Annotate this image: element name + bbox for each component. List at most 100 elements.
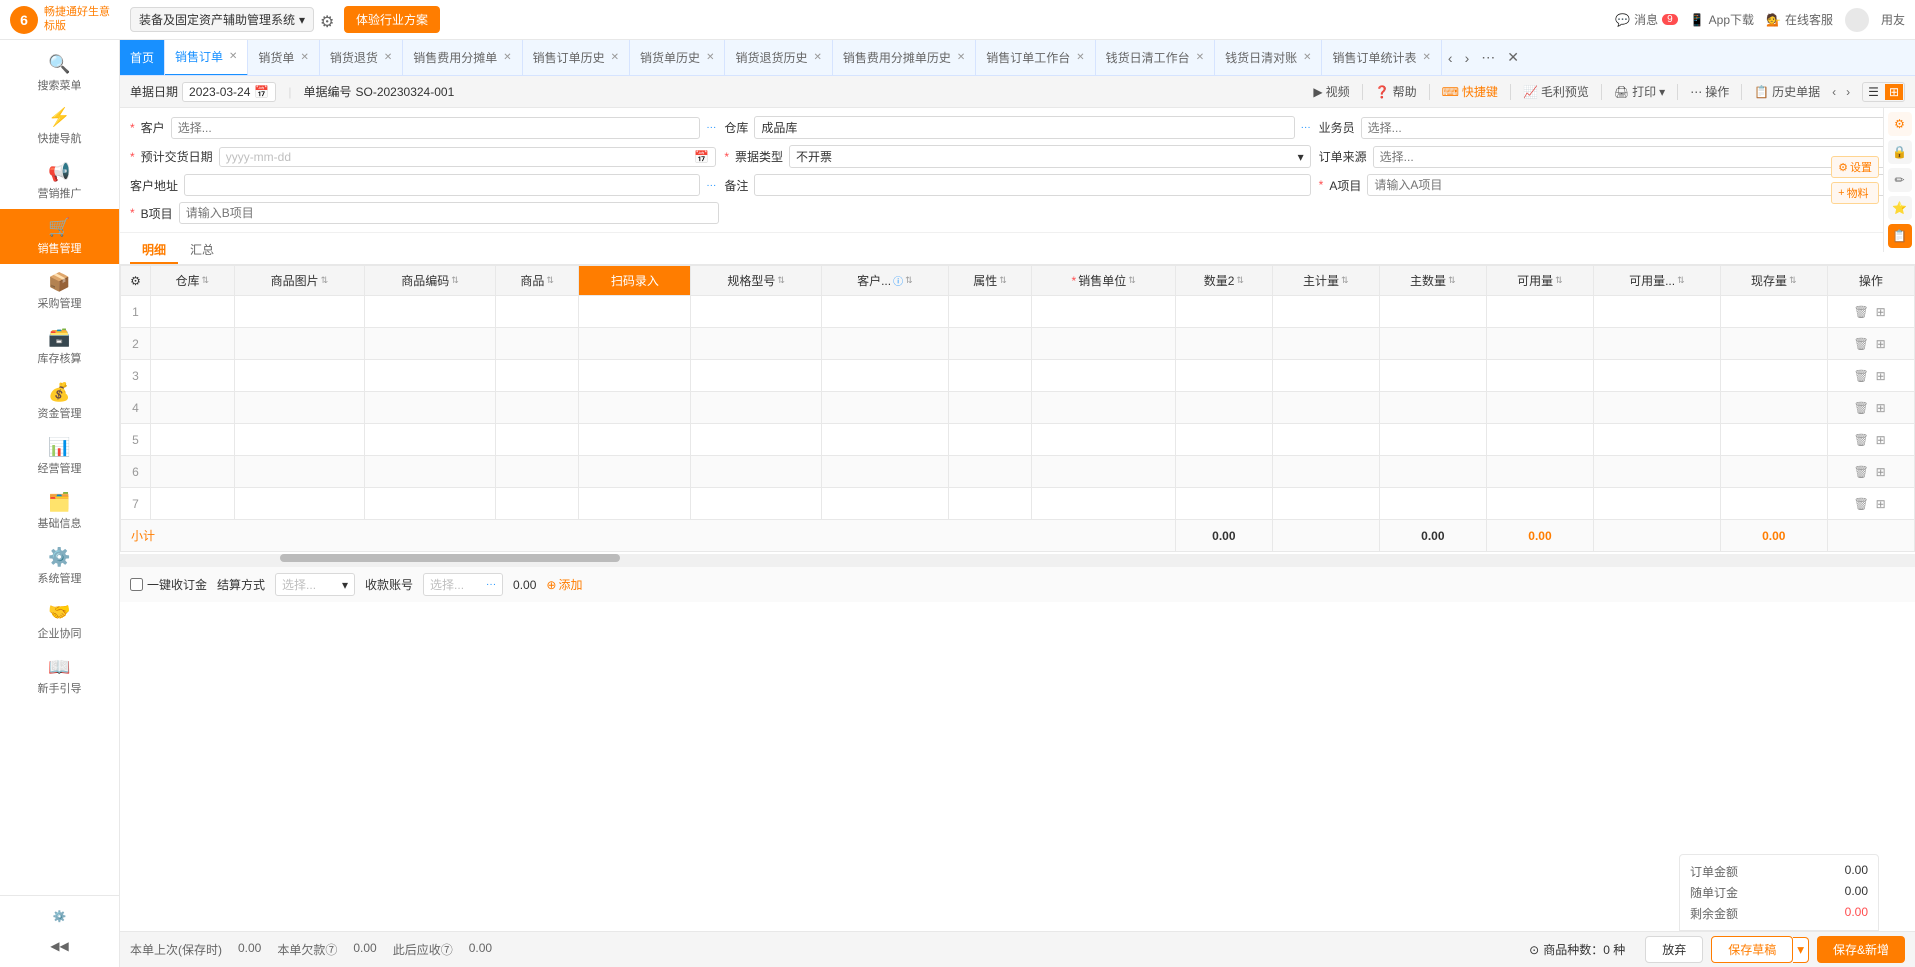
row-6-stock[interactable] xyxy=(1720,456,1827,488)
tab-close-expense-history[interactable]: ✕ xyxy=(957,52,965,63)
tab-cash-reconcile[interactable]: 钱货日清对账 ✕ xyxy=(1215,40,1322,76)
row-2-sales-unit[interactable] xyxy=(1032,328,1176,360)
row-3-delete-icon[interactable]: 🗑 xyxy=(1853,368,1869,384)
row-7-sales-unit[interactable] xyxy=(1032,488,1176,520)
a-project-input[interactable] xyxy=(1367,174,1905,196)
warehouse-expand-btn[interactable]: ··· xyxy=(1301,122,1311,133)
row-6-attribute[interactable] xyxy=(948,456,1032,488)
history-btn[interactable]: 📋 历史单据 xyxy=(1754,83,1820,100)
tab-close-return-history[interactable]: ✕ xyxy=(813,52,821,63)
tab-prev-btn[interactable]: ‹ xyxy=(1442,50,1459,66)
row-2-attribute[interactable] xyxy=(948,328,1032,360)
col-product-code-header[interactable]: 商品编码 ⇅ xyxy=(365,266,496,296)
row-3-spec[interactable] xyxy=(691,360,822,392)
order-source-input[interactable] xyxy=(1373,146,1905,168)
row-5-main-unit[interactable] xyxy=(1272,424,1379,456)
row-5-scan[interactable] xyxy=(579,424,691,456)
col-available2-header[interactable]: 可用量... ⇅ xyxy=(1594,266,1721,296)
row-7-product-code[interactable] xyxy=(365,488,496,520)
tab-return-history[interactable]: 销货退货历史 ✕ xyxy=(725,40,832,76)
customer-expand-btn[interactable]: ··· xyxy=(706,122,716,133)
row-5-available2[interactable] xyxy=(1594,424,1721,456)
col-customer-code-header[interactable]: 客户... ⓘ ⇅ xyxy=(821,266,948,296)
col-sales-unit-header[interactable]: * 销售单位 ⇅ xyxy=(1032,266,1176,296)
row-6-main-unit[interactable] xyxy=(1272,456,1379,488)
row-3-sales-unit[interactable] xyxy=(1032,360,1176,392)
sidebar-item-operations[interactable]: 📊 经营管理 xyxy=(0,429,119,484)
print-btn[interactable]: 🖨 打印 ▾ xyxy=(1614,83,1665,100)
top-gear-icon[interactable]: ⚙ xyxy=(320,12,336,28)
row-7-available[interactable] xyxy=(1486,488,1593,520)
sidebar-item-purchase[interactable]: 📦 采购管理 xyxy=(0,264,119,319)
tab-close-cash-daily[interactable]: ✕ xyxy=(1196,52,1204,63)
row-3-available2[interactable] xyxy=(1594,360,1721,392)
row-2-stock[interactable] xyxy=(1720,328,1827,360)
row-3-copy-icon[interactable]: ⊞ xyxy=(1873,368,1889,384)
tab-huizong[interactable]: 汇总 xyxy=(178,237,226,264)
sidebar-item-finance[interactable]: 💰 资金管理 xyxy=(0,374,119,429)
row-3-main-qty[interactable] xyxy=(1379,360,1486,392)
row-1-sales-unit[interactable] xyxy=(1032,296,1176,328)
col-main-qty-header[interactable]: 主数量 ⇅ xyxy=(1379,266,1486,296)
row-1-product-code[interactable] xyxy=(365,296,496,328)
row-1-delete-icon[interactable]: 🗑 xyxy=(1853,304,1869,320)
tab-order-workspace[interactable]: 销售订单工作台 ✕ xyxy=(976,40,1095,76)
row-6-product-name[interactable] xyxy=(495,456,579,488)
tab-sales-stats[interactable]: 销售订单统计表 ✕ xyxy=(1322,40,1441,76)
row-5-copy-icon[interactable]: ⊞ xyxy=(1873,432,1889,448)
right-panel-star-icon[interactable]: ⭐ xyxy=(1888,196,1912,220)
row-7-spec[interactable] xyxy=(691,488,822,520)
right-panel-settings-icon[interactable]: ⚙ xyxy=(1888,112,1912,136)
row-1-customer-code[interactable] xyxy=(821,296,948,328)
row-3-quantity2[interactable] xyxy=(1176,360,1273,392)
tab-sales-history[interactable]: 销售订单历史 ✕ xyxy=(523,40,630,76)
row-5-delete-icon[interactable]: 🗑 xyxy=(1853,432,1869,448)
row-4-product-name[interactable] xyxy=(495,392,579,424)
row-6-available2[interactable] xyxy=(1594,456,1721,488)
account-expand-btn[interactable]: ··· xyxy=(486,579,496,590)
row-3-scan[interactable] xyxy=(579,360,691,392)
save-draft-dropdown-btn[interactable]: ▾ xyxy=(1793,937,1809,963)
date-input[interactable]: 2023-03-24 📅 xyxy=(182,82,276,102)
row-6-product-image[interactable] xyxy=(234,456,365,488)
right-panel-edit-icon[interactable]: ✏ xyxy=(1888,168,1912,192)
row-1-product-image[interactable] xyxy=(234,296,365,328)
row-3-product-image[interactable] xyxy=(234,360,365,392)
row-7-attribute[interactable] xyxy=(948,488,1032,520)
view-grid-btn[interactable]: ⊞ xyxy=(1885,84,1903,100)
save-draft-btn[interactable]: 保存草稿 xyxy=(1711,936,1793,963)
tab-close-sales-history[interactable]: ✕ xyxy=(611,52,619,63)
row-4-spec[interactable] xyxy=(691,392,822,424)
row-3-product-code[interactable] xyxy=(365,360,496,392)
row-2-quantity2[interactable] xyxy=(1176,328,1273,360)
row-6-scan[interactable] xyxy=(579,456,691,488)
tab-close-cash-reconcile[interactable]: ✕ xyxy=(1303,52,1311,63)
toolbar-nav-next[interactable]: › xyxy=(1842,85,1854,99)
customer-address-input[interactable] xyxy=(184,174,700,196)
tab-close-all-btn[interactable]: ✕ xyxy=(1501,49,1525,66)
settings-btn[interactable]: ⚙ 设置 xyxy=(1831,156,1879,178)
row-7-main-qty[interactable] xyxy=(1379,488,1486,520)
row-5-customer-code[interactable] xyxy=(821,424,948,456)
col-stock-header[interactable]: 现存量 ⇅ xyxy=(1720,266,1827,296)
row-4-customer-code[interactable] xyxy=(821,392,948,424)
sidebar-item-system[interactable]: ⚙️ 系统管理 xyxy=(0,539,119,594)
col-available-header[interactable]: 可用量 ⇅ xyxy=(1486,266,1593,296)
user-avatar[interactable] xyxy=(1845,8,1869,32)
add-payment-btn[interactable]: ⊕ 添加 xyxy=(546,576,582,593)
row-2-spec[interactable] xyxy=(691,328,822,360)
sidebar-item-base[interactable]: 🗂️ 基础信息 xyxy=(0,484,119,539)
tab-more-btn[interactable]: ⋯ xyxy=(1475,49,1501,66)
row-4-quantity2[interactable] xyxy=(1176,392,1273,424)
operations-btn[interactable]: ⋯ 操作 xyxy=(1690,83,1729,100)
row-5-quantity2[interactable] xyxy=(1176,424,1273,456)
help-btn[interactable]: ❓ 帮助 xyxy=(1375,83,1417,100)
shortcuts-btn[interactable]: ⌨ 快捷键 xyxy=(1442,83,1498,100)
row-4-sales-unit[interactable] xyxy=(1032,392,1176,424)
sidebar-item-quick-nav[interactable]: ⚡ 快捷导航 xyxy=(0,99,119,154)
row-4-product-image[interactable] xyxy=(234,392,365,424)
row-6-product-code[interactable] xyxy=(365,456,496,488)
col-warehouse-header[interactable]: 仓库 ⇅ xyxy=(151,266,235,296)
tab-close-sales-return[interactable]: ✕ xyxy=(384,52,392,63)
row-3-warehouse[interactable] xyxy=(151,360,235,392)
